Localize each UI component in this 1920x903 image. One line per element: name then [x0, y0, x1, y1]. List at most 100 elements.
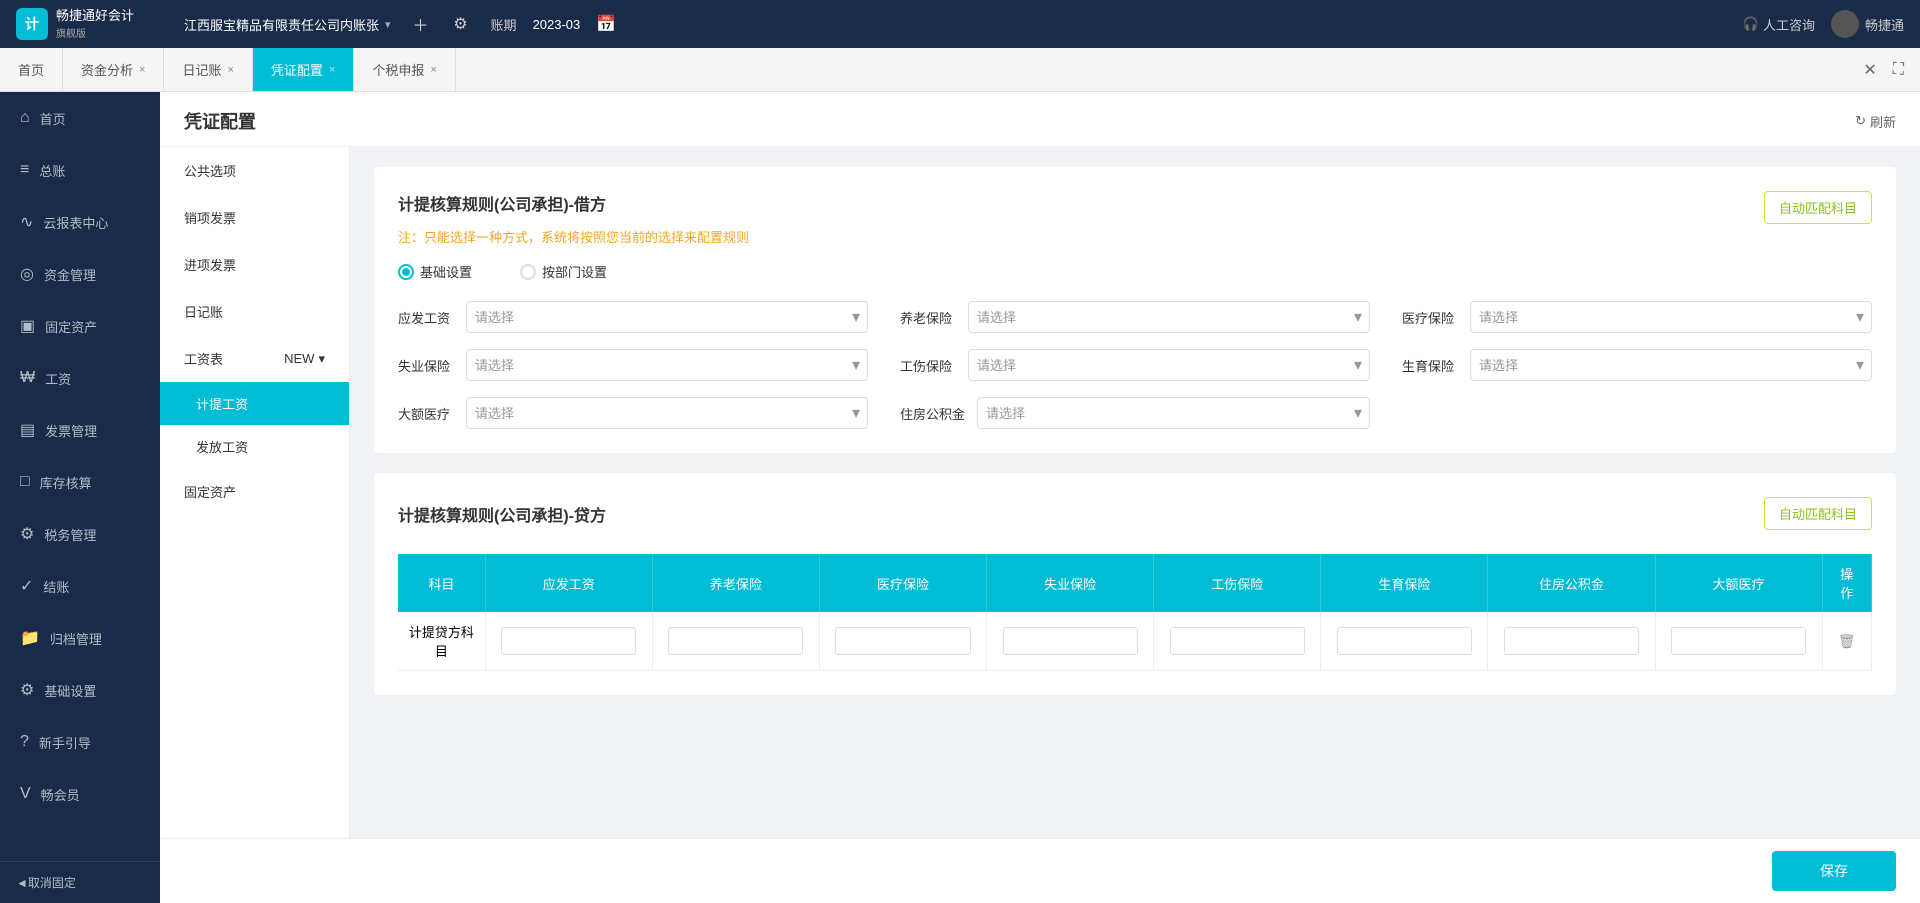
top-actions: ＋ ⚙ 账期 2023-03 📅 [407, 10, 621, 38]
select-shengyu[interactable]: 请选择 [1470, 349, 1872, 381]
label-yingfa: 应发工资 [398, 308, 454, 327]
nav-journal[interactable]: 日记账 [160, 288, 349, 335]
form-item-yingfa: 应发工资 请选择 [398, 301, 868, 333]
maximize-icon[interactable]: ⛶ [1889, 57, 1908, 83]
nav-fixed-assets[interactable]: 固定资产 [160, 468, 349, 515]
tab-voucher-close[interactable]: × [329, 64, 335, 76]
headset-icon: 🎧 [1743, 16, 1759, 32]
delete-row-button[interactable]: 🗑 [1838, 633, 1856, 649]
nav-pay-salary[interactable]: 发放工资 [160, 425, 349, 468]
credit-section-title: 计提核算规则(公司承担)-贷方 [398, 502, 606, 526]
sidebar-item-funds[interactable]: ◎ 资金管理 [0, 248, 160, 300]
sidebar-label-vip: 畅会员 [41, 785, 80, 804]
period-value: 2023-03 [533, 17, 581, 32]
tab-finance-close[interactable]: × [139, 64, 145, 76]
input-dae[interactable] [1671, 627, 1806, 655]
nav-public-options[interactable]: 公共选项 [160, 147, 349, 194]
credit-auto-match-button[interactable]: 自动匹配科目 [1764, 497, 1872, 530]
company-selector[interactable]: 江西服宝精品有限责任公司内账张 ▾ [184, 15, 391, 34]
tab-voucher[interactable]: 凭证配置 × [253, 48, 354, 91]
service-button[interactable]: 🎧 人工咨询 [1743, 15, 1815, 34]
sidebar-label-salary: 工资 [45, 369, 71, 388]
close-window-icon[interactable]: ✕ [1859, 56, 1880, 84]
select-yanglao[interactable]: 请选择 [968, 301, 1370, 333]
td-delete: 🗑 [1822, 612, 1871, 671]
save-button[interactable]: 保存 [1772, 851, 1896, 891]
nav-accrual-salary[interactable]: 计提工资 [160, 382, 349, 425]
select-yiliao[interactable]: 请选择 [1470, 301, 1872, 333]
sidebar-item-checkout[interactable]: ✓ 结账 [0, 560, 160, 612]
top-bar: 计 畅捷通好会计 旗舰版 江西服宝精品有限责任公司内账张 ▾ ＋ ⚙ 账期 20… [0, 0, 1920, 48]
input-yanglao[interactable] [668, 627, 803, 655]
cancel-pin-button[interactable]: ◄取消固定 [0, 862, 160, 903]
label-dae: 大额医疗 [398, 404, 454, 423]
select-wrapper-shengyu: 请选择 [1470, 349, 1872, 381]
sidebar-bottom: ◄取消固定 [0, 861, 160, 903]
guide-icon: ? [20, 733, 29, 751]
sidebar-item-home[interactable]: ⌂ 首页 [0, 92, 160, 144]
refresh-button[interactable]: ↻ 刷新 [1855, 112, 1896, 131]
form-item-gongshang: 工伤保险 请选择 [900, 349, 1370, 381]
main-layout: ⌂ 首页 ≡ 总账 ∿ 云报表中心 ◎ 资金管理 ▣ 固定资产 ₩ 工资 ▤ 发… [0, 92, 1920, 903]
tab-home[interactable]: 首页 [0, 48, 63, 91]
sidebar-item-guide[interactable]: ? 新手引导 [0, 716, 160, 768]
select-shiye[interactable]: 请选择 [466, 349, 868, 381]
invoice-icon: ▤ [20, 420, 35, 440]
input-shiye[interactable] [1003, 627, 1138, 655]
sidebar-item-invoice[interactable]: ▤ 发票管理 [0, 404, 160, 456]
sidebar-label-home: 首页 [40, 109, 66, 128]
tab-journal[interactable]: 日记账 × [164, 48, 252, 91]
nav-payroll-group[interactable]: 工资表 NEW ▾ [160, 335, 349, 382]
sidebar-label-checkout: 结账 [43, 577, 69, 596]
input-gongshang[interactable] [1170, 627, 1305, 655]
input-gjj[interactable] [1504, 627, 1639, 655]
username: 畅捷通 [1865, 15, 1904, 34]
tab-tax[interactable]: 个税申报 × [354, 48, 455, 91]
tab-journal-close[interactable]: × [227, 64, 233, 76]
debit-auto-match-button[interactable]: 自动匹配科目 [1764, 191, 1872, 224]
nav-sales-invoice[interactable]: 销项发票 [160, 194, 349, 241]
radio-basic-label: 基础设置 [420, 262, 472, 281]
sidebar-item-archive[interactable]: 📁 归档管理 [0, 612, 160, 664]
sidebar-item-assets[interactable]: ▣ 固定资产 [0, 300, 160, 352]
tab-tax-close[interactable]: × [430, 64, 436, 76]
input-yingfa[interactable] [501, 627, 636, 655]
input-shengyu[interactable] [1337, 627, 1472, 655]
th-gjj: 住房公积金 [1488, 554, 1655, 612]
th-yingfa: 应发工资 [485, 554, 652, 612]
cancel-pin-label: ◄取消固定 [16, 874, 76, 891]
select-wrapper-gjj: 请选择 [977, 397, 1370, 429]
tab-tax-label: 个税申报 [372, 60, 424, 79]
select-gongshang[interactable]: 请选择 [968, 349, 1370, 381]
sidebar-item-tax[interactable]: ⚙ 税务管理 [0, 508, 160, 560]
add-button[interactable]: ＋ [407, 10, 435, 38]
th-gongshang: 工伤保险 [1154, 554, 1321, 612]
logo-text: 畅捷通好会计 [56, 8, 134, 25]
sidebar-item-reports[interactable]: ∿ 云报表中心 [0, 196, 160, 248]
nav-payroll-arrow: ▾ [318, 351, 325, 367]
input-yiliao[interactable] [835, 627, 970, 655]
select-dae[interactable]: 请选择 [466, 397, 868, 429]
select-wrapper-yiliao: 请选择 [1470, 301, 1872, 333]
sidebar-item-salary[interactable]: ₩ 工资 [0, 352, 160, 404]
sidebar-item-ledger[interactable]: ≡ 总账 [0, 144, 160, 196]
debit-form-grid: 应发工资 请选择 养老保险 请选择 [398, 301, 1872, 429]
radio-department[interactable]: 按部门设置 [520, 262, 607, 281]
avatar [1831, 10, 1859, 38]
select-yingfa[interactable]: 请选择 [466, 301, 868, 333]
td-gjj-input [1488, 612, 1655, 671]
calendar-icon[interactable]: 📅 [592, 10, 620, 38]
sidebar-item-vip[interactable]: V 畅会员 [0, 768, 160, 820]
sidebar-label-settings: 基础设置 [44, 681, 96, 700]
nav-purchase-invoice[interactable]: 进项发票 [160, 241, 349, 288]
form-item-gjj: 住房公积金 请选择 [900, 397, 1370, 429]
sidebar-item-settings[interactable]: ⚙ 基础设置 [0, 664, 160, 716]
sidebar-item-inventory[interactable]: □ 库存核算 [0, 456, 160, 508]
vip-icon: V [20, 785, 31, 803]
tab-finance[interactable]: 资金分析 × [63, 48, 164, 91]
select-gjj[interactable]: 请选择 [977, 397, 1370, 429]
settings-icon[interactable]: ⚙ [447, 10, 475, 38]
radio-basic[interactable]: 基础设置 [398, 262, 472, 281]
assets-icon: ▣ [20, 316, 35, 336]
avatar-area[interactable]: 畅捷通 [1831, 10, 1904, 38]
